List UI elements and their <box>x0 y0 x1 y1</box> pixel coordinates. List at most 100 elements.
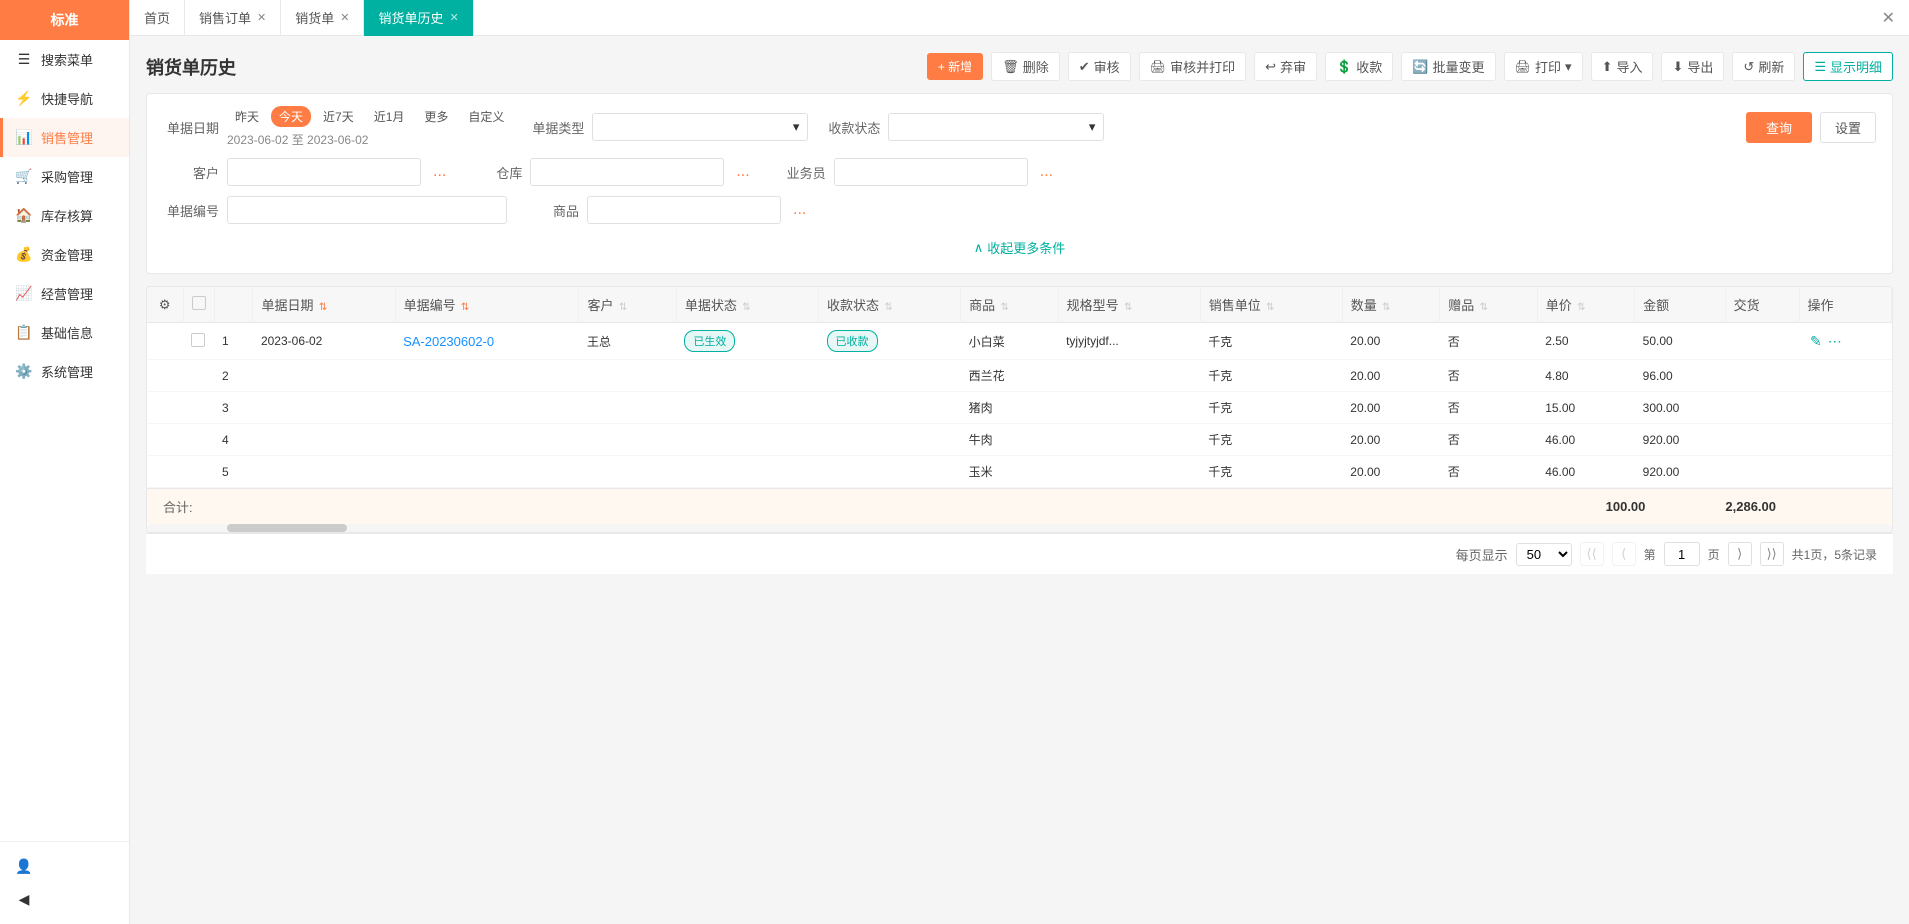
filter-collectstatus-select[interactable]: ▾ <box>888 113 1104 141</box>
sidebar-item-label: 经营管理 <box>41 284 93 303</box>
refresh-button[interactable]: ↺ 刷新 <box>1732 52 1795 81</box>
cell-goods: 猪肉 <box>961 392 1058 424</box>
tab-sales-history[interactable]: 销货单历史 ✕ <box>364 0 473 36</box>
delete-button[interactable]: 🗑 删除 <box>991 52 1060 81</box>
horizontal-scrollbar[interactable] <box>147 524 1892 532</box>
th-checkbox[interactable] <box>183 287 214 323</box>
filter-salesman-input[interactable] <box>834 158 1028 186</box>
sidebar-item-inventory-calc[interactable]: 🏠 库存核算 <box>0 196 129 235</box>
sidebar-item-system-mgmt[interactable]: ⚙️ 系统管理 <box>0 352 129 391</box>
th-customer[interactable]: 客户 ⇅ <box>579 287 676 323</box>
cell-checkbox <box>183 360 214 392</box>
abandon-button[interactable]: ↩ 弃审 <box>1254 52 1317 81</box>
th-collect-status[interactable]: 收款状态 ⇅ <box>819 287 961 323</box>
th-goods[interactable]: 商品 ⇅ <box>961 287 1058 323</box>
more-icon[interactable]: ⋯ <box>1828 333 1842 349</box>
cell-collect-status <box>819 424 961 456</box>
system-mgmt-icon: ⚙️ <box>15 363 33 380</box>
doc-no-link[interactable]: SA-20230602-0 <box>403 334 494 349</box>
topbar: 首页 销售订单 ✕ 销货单 ✕ 销货单历史 ✕ ✕ <box>130 0 1909 36</box>
collapse-up-icon: ∧ <box>974 240 984 256</box>
collect-button[interactable]: 💲 收款 <box>1325 52 1393 81</box>
sidebar-item-purchase-mgmt[interactable]: 🛒 采购管理 <box>0 157 129 196</box>
topbar-close-button[interactable]: ✕ <box>1868 8 1909 28</box>
tab-home[interactable]: 首页 <box>130 0 185 36</box>
warehouse-ellipsis-btn[interactable]: ... <box>732 163 753 181</box>
date-tab-yesterday[interactable]: 昨天 <box>227 106 267 127</box>
th-unit-price[interactable]: 单价 ⇅ <box>1537 287 1634 323</box>
query-button[interactable]: 查询 <box>1746 112 1812 143</box>
th-doc-date[interactable]: 单据日期 ⇅ <box>253 287 395 323</box>
tab-sales-goods[interactable]: 销货单 ✕ <box>281 0 364 36</box>
sidebar-user-setting[interactable]: 👤 <box>0 850 129 883</box>
audit-button[interactable]: ✔ 审核 <box>1068 52 1131 81</box>
cell-action: ✎⋯ <box>1799 323 1891 360</box>
page-title: 销货单历史 <box>146 54 236 80</box>
next-page-button[interactable]: ⟩ <box>1728 542 1752 566</box>
prev-page-button[interactable]: ⟨ <box>1612 542 1636 566</box>
edit-icon[interactable]: ✎ <box>1810 333 1822 349</box>
date-tab-1month[interactable]: 近1月 <box>366 106 413 127</box>
sidebar-item-finance-mgmt[interactable]: 💰 资金管理 <box>0 235 129 274</box>
audit-print-button[interactable]: 🖨 审核并打印 <box>1139 52 1247 81</box>
scrollbar-thumb[interactable] <box>227 524 347 532</box>
sidebar-item-label: 系统管理 <box>41 362 93 381</box>
date-tab-custom[interactable]: 自定义 <box>460 106 512 127</box>
print-button[interactable]: 🖨 打印 ▾ <box>1504 52 1583 81</box>
sidebar-collapse[interactable]: ◀ <box>0 883 129 916</box>
cell-doc-date <box>253 456 395 488</box>
tab-sales-order[interactable]: 销售订单 ✕ <box>185 0 281 36</box>
filter-customer-item: 客户 ... <box>163 158 450 186</box>
th-settings[interactable]: ⚙ <box>147 287 183 323</box>
th-transaction: 交货 <box>1725 287 1799 323</box>
cell-doc-date <box>253 360 395 392</box>
th-quantity[interactable]: 数量 ⇅ <box>1342 287 1439 323</box>
sidebar-item-basic-info[interactable]: 📋 基础信息 <box>0 313 129 352</box>
batch-change-button[interactable]: 🔄 批量变更 <box>1401 52 1495 81</box>
new-button[interactable]: + 新增 <box>927 53 983 80</box>
show-detail-button[interactable]: ☰ 显示明细 <box>1803 52 1893 81</box>
page-size-select[interactable]: 50 100 200 <box>1516 543 1572 566</box>
date-tab-more[interactable]: 更多 <box>416 106 456 127</box>
tab-sales-order-close[interactable]: ✕ <box>257 11 266 24</box>
customer-ellipsis-btn[interactable]: ... <box>429 163 450 181</box>
tab-sales-history-close[interactable]: ✕ <box>450 11 459 24</box>
date-tab-today[interactable]: 今天 <box>271 106 311 127</box>
filter-goods-input[interactable] <box>587 196 781 224</box>
collapse-button[interactable]: ∧ 收起更多条件 <box>163 234 1876 261</box>
th-doc-status[interactable]: 单据状态 ⇅ <box>676 287 818 323</box>
filter-warehouse-input[interactable] <box>530 158 724 186</box>
refresh-icon: ↺ <box>1743 59 1754 75</box>
th-doc-no[interactable]: 单据编号 ⇅ <box>395 287 579 323</box>
filter-customer-input[interactable] <box>227 158 421 186</box>
table-summary: 合计: 100.00 2,286.00 <box>147 488 1892 524</box>
export-button[interactable]: ⬇ 导出 <box>1661 52 1724 81</box>
cell-rowno: 5 <box>214 456 253 488</box>
th-spec[interactable]: 规格型号 ⇅ <box>1058 287 1200 323</box>
row-checkbox[interactable] <box>191 333 205 347</box>
cell-action <box>1799 360 1891 392</box>
date-tab-7days[interactable]: 近7天 <box>315 106 362 127</box>
filter-doctype-select[interactable]: ▾ <box>592 113 808 141</box>
sidebar-item-sales-mgmt[interactable]: 📊 销售管理 <box>0 118 129 157</box>
th-gift[interactable]: 赠品 ⇅ <box>1440 287 1537 323</box>
th-sales-unit[interactable]: 销售单位 ⇅ <box>1200 287 1342 323</box>
goods-ellipsis-btn[interactable]: ... <box>789 201 810 219</box>
filter-setting-button[interactable]: 设置 <box>1820 112 1876 143</box>
page-label: 第 <box>1644 546 1656 563</box>
data-table: ⚙ 单据日期 ⇅ 单据编号 ⇅ <box>147 287 1892 488</box>
filter-doctype-label: 单据类型 <box>528 118 584 137</box>
salesman-ellipsis-btn[interactable]: ... <box>1036 163 1057 181</box>
filter-date-label: 单据日期 <box>163 118 219 137</box>
sidebar-item-business-mgmt[interactable]: 📈 经营管理 <box>0 274 129 313</box>
select-all-checkbox[interactable] <box>192 296 206 310</box>
cell-settings <box>147 424 183 456</box>
last-page-button[interactable]: ⟩⟩ <box>1760 542 1784 566</box>
page-number-input[interactable] <box>1664 542 1700 566</box>
first-page-button[interactable]: ⟨⟨ <box>1580 542 1604 566</box>
filter-docno-input[interactable] <box>227 196 507 224</box>
import-button[interactable]: ⬆ 导入 <box>1591 52 1654 81</box>
sidebar-item-quick-nav[interactable]: ⚡ 快捷导航 <box>0 79 129 118</box>
tab-sales-goods-close[interactable]: ✕ <box>340 11 349 24</box>
sidebar-item-search-menu[interactable]: ☰ 搜索菜单 <box>0 40 129 79</box>
